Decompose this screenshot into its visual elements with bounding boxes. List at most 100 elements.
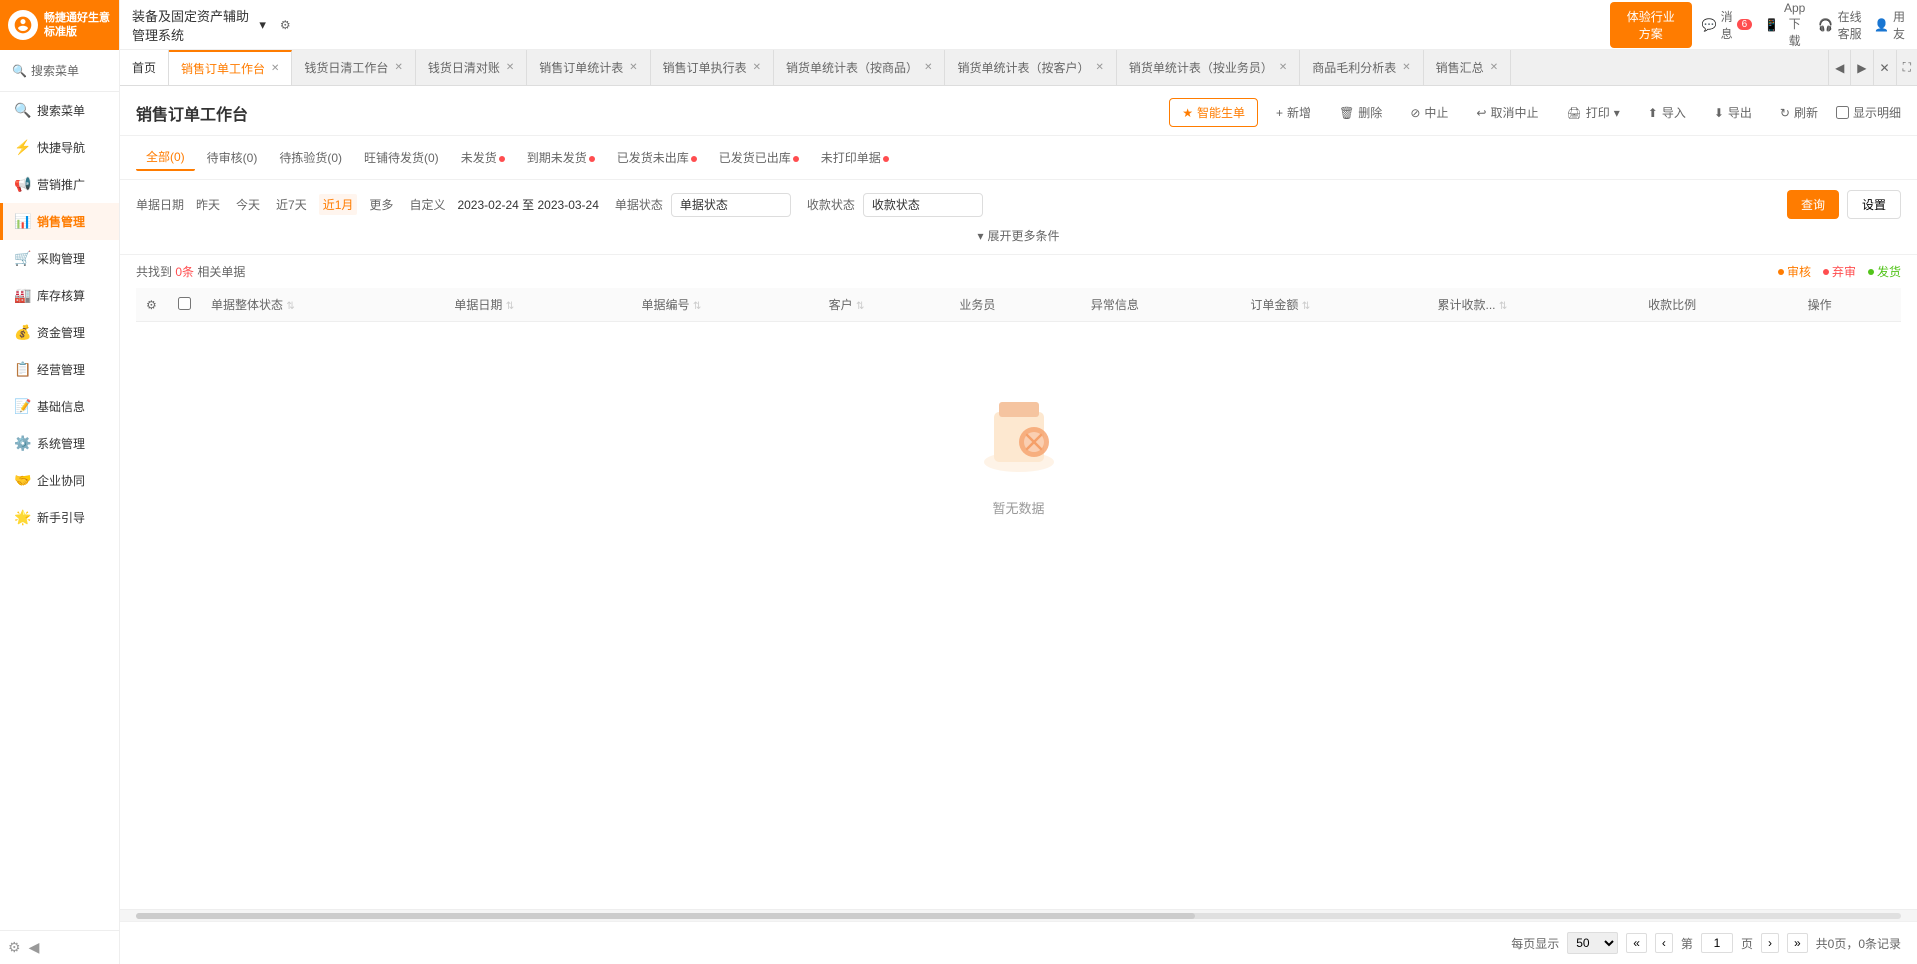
audit-button[interactable]: 审核	[1778, 263, 1811, 280]
filter-tab-unshipped[interactable]: 未发货	[451, 145, 515, 170]
tab-sales-workbench[interactable]: 销售订单工作台✕	[169, 50, 292, 86]
sidebar-item-guide[interactable]: 🌟新手引导	[0, 499, 119, 536]
tab-sales-single-product[interactable]: 销货单统计表（按商品）✕	[774, 50, 945, 86]
tab-sales-summary[interactable]: 销售汇总✕	[1424, 50, 1511, 86]
tab-close-sales-exec[interactable]: ✕	[753, 62, 761, 73]
select-all-checkbox[interactable]	[178, 297, 191, 310]
tab-close-sales-summary[interactable]: ✕	[1490, 62, 1498, 73]
th-checkbox[interactable]	[168, 288, 201, 322]
date-1month-btn[interactable]: 近1月	[319, 194, 358, 215]
delete-button[interactable]: 🗑 删除	[1329, 99, 1392, 126]
filter-tab-shipped_not_out[interactable]: 已发货未出库	[607, 145, 707, 170]
th-amount[interactable]: 订单金额 ⇅	[1240, 288, 1427, 322]
cancel-stop-button[interactable]: ↩ 取消中止	[1466, 99, 1548, 126]
th-customer[interactable]: 客户 ⇅	[819, 288, 950, 322]
app-download-button[interactable]: 📱 App下载	[1764, 1, 1806, 49]
next-page-button[interactable]: ›	[1761, 933, 1779, 953]
date-more-btn[interactable]: 更多	[365, 194, 397, 215]
last-page-button[interactable]: »	[1787, 933, 1808, 953]
tab-close-cash-reconcile[interactable]: ✕	[506, 62, 514, 73]
logo-text: 畅捷通好生意 标准版	[44, 11, 110, 40]
smart-create-button[interactable]: ★ 智能生单	[1169, 98, 1258, 127]
first-page-button[interactable]: «	[1626, 933, 1647, 953]
th-collected[interactable]: 累计收款... ⇅	[1428, 288, 1639, 322]
tab-close-sales-single-customer[interactable]: ✕	[1095, 62, 1103, 73]
page-number-input[interactable]	[1701, 933, 1733, 953]
date-yesterday-btn[interactable]: 昨天	[192, 194, 224, 215]
horizontal-scrollbar[interactable]	[120, 909, 1917, 921]
show-detail-checkbox[interactable]	[1836, 106, 1849, 119]
tab-gross-margin[interactable]: 商品毛利分析表✕	[1300, 50, 1423, 86]
ship-button[interactable]: 发货	[1868, 263, 1901, 280]
print-button[interactable]: 🖨 打印 ▾	[1556, 99, 1629, 126]
new-button[interactable]: + 新增	[1266, 99, 1321, 126]
tab-sales-single-customer[interactable]: 销货单统计表（按客户）✕	[945, 50, 1116, 86]
tab-sales-exec[interactable]: 销售订单执行表✕	[651, 50, 774, 86]
filter-tab-not_printed[interactable]: 未打印单据	[811, 145, 899, 170]
date-7days-btn[interactable]: 近7天	[272, 194, 311, 215]
tab-close-sales-workbench[interactable]: ✕	[271, 63, 279, 74]
date-custom-btn[interactable]: 自定义	[405, 194, 449, 215]
filter-tab-inspect[interactable]: 待拣验货(0)	[269, 145, 352, 170]
collapse-sidebar-button[interactable]: ◀	[29, 939, 40, 956]
settings-icon-button[interactable]: ⚙	[8, 939, 21, 956]
tab-sales-stats[interactable]: 销售订单统计表✕	[527, 50, 650, 86]
tab-close-sales-single-product[interactable]: ✕	[924, 62, 932, 73]
set-button[interactable]: 设置	[1847, 190, 1901, 219]
refresh-button[interactable]: ↻ 刷新	[1770, 99, 1828, 126]
tab-close-cash-daily[interactable]: ✕	[394, 62, 402, 73]
sidebar-search-area[interactable]: 🔍 搜索菜单	[0, 50, 119, 92]
tab-close-gross-margin[interactable]: ✕	[1402, 62, 1410, 73]
status-select[interactable]: 单据状态	[671, 193, 791, 217]
th-date[interactable]: 单据日期 ⇅	[444, 288, 631, 322]
sidebar-item-purchase[interactable]: 🛒采购管理	[0, 240, 119, 277]
sidebar-item-system[interactable]: ⚙️系统管理	[0, 425, 119, 462]
prev-page-button[interactable]: ‹	[1655, 933, 1673, 953]
system-title-dropdown[interactable]: 装备及固定资产辅助管理系统 ▾	[132, 6, 266, 44]
date-today-btn[interactable]: 今天	[232, 194, 264, 215]
filter-tab-pending[interactable]: 待审核(0)	[197, 145, 268, 170]
tab-close-all-button[interactable]: ✕	[1873, 50, 1896, 86]
import-button[interactable]: ⬆ 导入	[1638, 99, 1696, 126]
sidebar-item-marketing[interactable]: 📢营销推广	[0, 166, 119, 203]
page-size-select[interactable]: 50 10 20 100	[1567, 932, 1618, 954]
system-settings-icon[interactable]: ⚙	[276, 14, 1600, 36]
scroll-thumb[interactable]	[136, 913, 1195, 919]
filter-tab-shipped_out[interactable]: 已发货已出库	[709, 145, 809, 170]
sidebar-item-enterprise[interactable]: 🤝企业协同	[0, 462, 119, 499]
online-service-button[interactable]: 🎧 在线客服	[1818, 8, 1862, 42]
payment-select[interactable]: 收款状态	[863, 193, 983, 217]
sidebar-item-quicknav[interactable]: ⚡快捷导航	[0, 129, 119, 166]
tab-maximize-button[interactable]: ⛶	[1896, 50, 1917, 86]
tab-sales-single-staff[interactable]: 销货单统计表（按业务员）✕	[1117, 50, 1300, 86]
sidebar-item-search[interactable]: 🔍搜索菜单	[0, 92, 119, 129]
search-menu-button[interactable]: 🔍 搜索菜单	[8, 58, 111, 83]
filter-tab-all[interactable]: 全部(0)	[136, 144, 195, 171]
sidebar-item-operations[interactable]: 📋经营管理	[0, 351, 119, 388]
expand-conditions[interactable]: ▾ 展开更多条件	[977, 227, 1059, 244]
show-detail-label[interactable]: 显示明细	[1836, 104, 1901, 121]
tab-cash-daily[interactable]: 钱货日清工作台✕	[292, 50, 415, 86]
export-button[interactable]: ⬇ 导出	[1704, 99, 1762, 126]
tab-close-sales-stats[interactable]: ✕	[629, 62, 637, 73]
th-number[interactable]: 单据编号 ⇅	[632, 288, 819, 322]
th-staff[interactable]: 业务员	[949, 288, 1080, 322]
filter-tab-overdue[interactable]: 到期未发货	[517, 145, 605, 170]
sidebar-item-inventory[interactable]: 🏭库存核算	[0, 277, 119, 314]
tab-next-button[interactable]: ▶	[1850, 50, 1872, 86]
sidebar-item-sales[interactable]: 📊销售管理	[0, 203, 119, 240]
user-button[interactable]: 👤 用友	[1874, 8, 1905, 42]
tab-close-sales-single-staff[interactable]: ✕	[1279, 62, 1287, 73]
tab-cash-reconcile[interactable]: 钱货日清对账✕	[416, 50, 527, 86]
tab-prev-button[interactable]: ◀	[1828, 50, 1850, 86]
cancel-audit-button[interactable]: 弃审	[1823, 263, 1856, 280]
tab-home[interactable]: 首页	[120, 50, 169, 86]
sidebar-item-finance[interactable]: 💰资金管理	[0, 314, 119, 351]
th-settings[interactable]: ⚙	[136, 288, 168, 322]
industry-solution-button[interactable]: 体验行业方案	[1610, 2, 1692, 48]
sidebar-item-basic[interactable]: 📝基础信息	[0, 388, 119, 425]
message-button[interactable]: 💬 消息 6	[1702, 8, 1753, 42]
query-button[interactable]: 查询	[1787, 190, 1839, 219]
stop-button[interactable]: ⊘ 中止	[1400, 99, 1458, 126]
filter-tab-wangpu[interactable]: 旺铺待发货(0)	[354, 145, 449, 170]
